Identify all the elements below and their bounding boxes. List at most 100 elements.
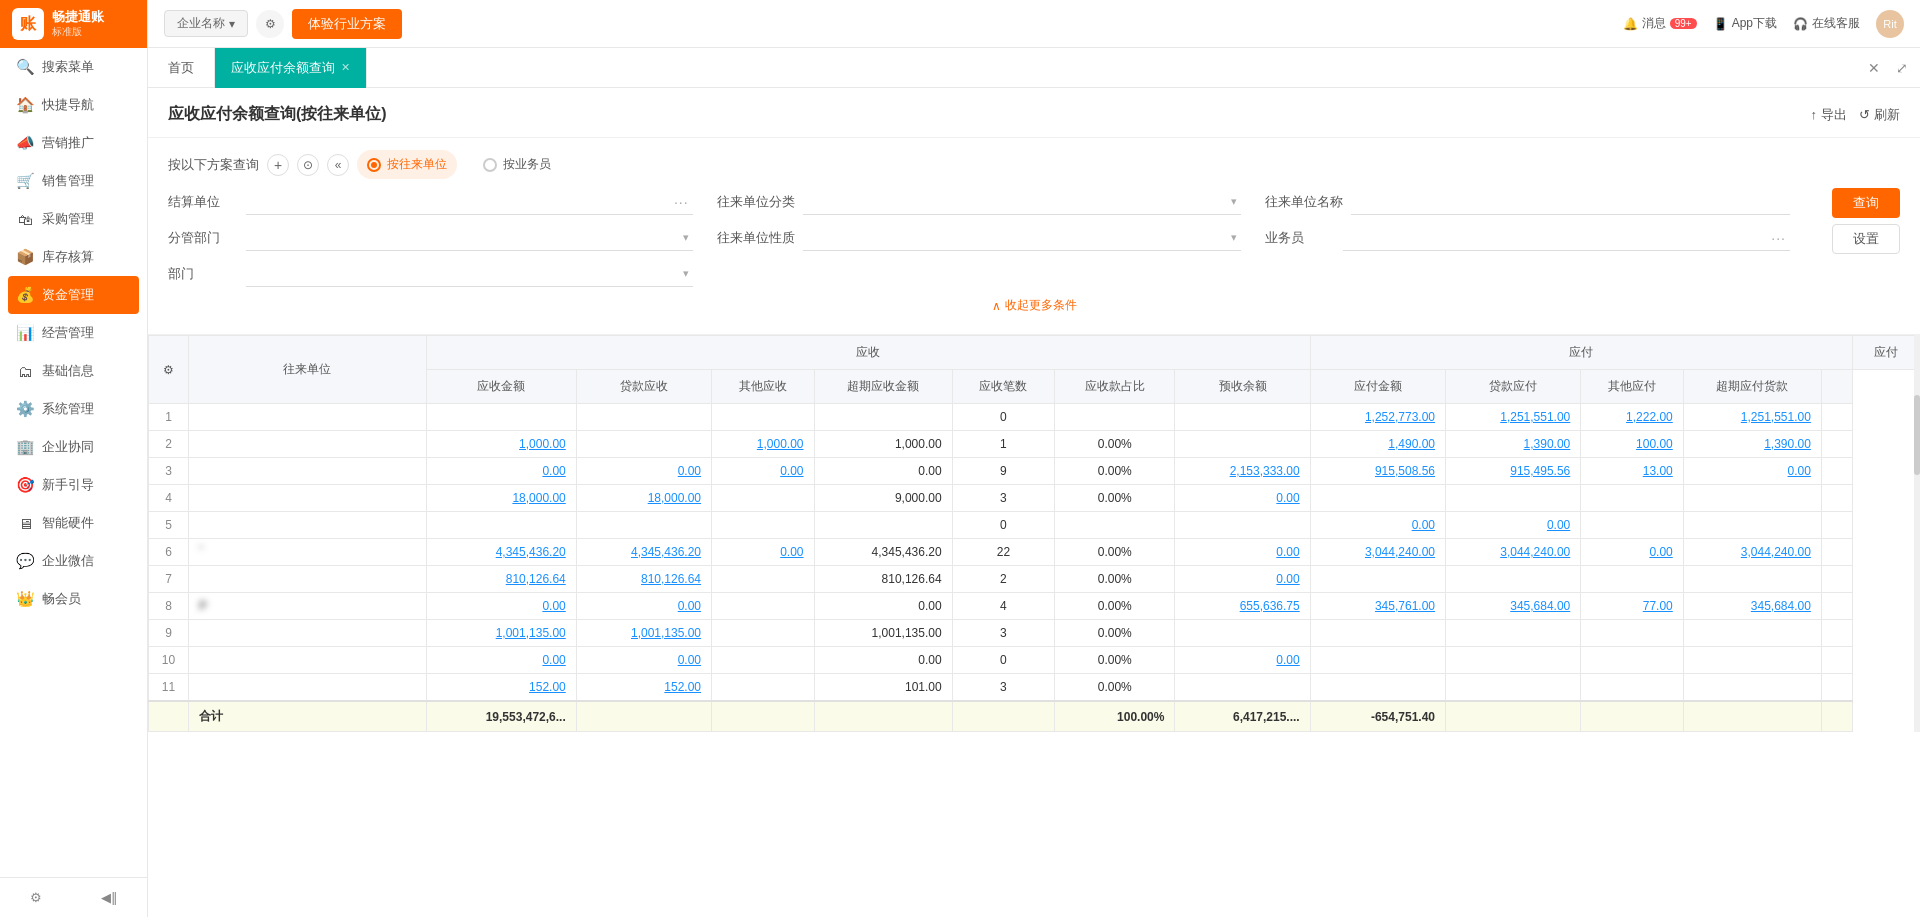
filter-partner-nature: 往来单位性质 ▾	[717, 225, 1242, 251]
more-icon: ···	[1771, 230, 1786, 246]
sidebar: 账 畅捷通账 标准版 🔍 搜索菜单 🏠 快捷导航 📣 营销推广 🛒 销售管理 🛍…	[0, 0, 148, 917]
filter-container: 按以下方案查询 + ⊙ « 按往来单位 按业务员	[148, 138, 1920, 335]
topbar-gear-button[interactable]: ⚙	[256, 10, 284, 38]
sidebar-collapse-button[interactable]: ◀‖	[93, 886, 126, 909]
gear-icon: ⚙	[265, 17, 276, 31]
scheme-by-salesperson[interactable]: 按业务员	[473, 150, 561, 179]
inventory-icon: 📦	[16, 248, 34, 266]
chevron-down-icon: ▾	[1231, 195, 1237, 208]
sidebar-item-sales[interactable]: 🛒 销售管理	[0, 162, 147, 200]
sidebar-item-basic[interactable]: 🗂 基础信息	[0, 352, 147, 390]
filter-settlement-unit: 结算单位 ···	[168, 189, 693, 215]
tab-close-icon[interactable]: ✕	[341, 61, 350, 74]
sidebar-item-system[interactable]: ⚙️ 系统管理	[0, 390, 147, 428]
filter-salesperson: 业务员 ···	[1265, 225, 1790, 251]
app-download-button[interactable]: 📱 App下载	[1713, 15, 1777, 32]
export-icon: ↑	[1811, 107, 1818, 122]
filter-label-category: 往来单位分类	[717, 193, 795, 211]
th-ar-loan: 贷款应收	[576, 370, 711, 404]
table-row: 7810,126.64810,126.64810,126.6420.00%0.0…	[149, 566, 1920, 593]
basic-icon: 🗂	[16, 362, 34, 380]
sidebar-item-member[interactable]: 👑 畅会员	[0, 580, 147, 618]
vertical-scrollbar[interactable]	[1914, 335, 1920, 732]
messages-button[interactable]: 🔔 消息 99+	[1623, 15, 1697, 32]
th-ar-ratio: 应收款占比	[1055, 370, 1175, 404]
scheme-by-partner[interactable]: 按往来单位	[357, 150, 457, 179]
sidebar-item-search[interactable]: 🔍 搜索菜单	[0, 48, 147, 86]
th-ar-prepay: 预收余额	[1175, 370, 1310, 404]
filter-add-button[interactable]: +	[267, 154, 289, 176]
more-icon: ···	[674, 194, 689, 210]
system-icon: ⚙️	[16, 400, 34, 418]
sidebar-settings-button[interactable]: ⚙	[22, 886, 50, 909]
footer-ap-other	[1581, 701, 1683, 732]
collapse-more-button[interactable]: ∧ 收起更多条件	[168, 293, 1900, 322]
user-avatar[interactable]: Rit	[1876, 10, 1904, 38]
sidebar-item-hardware[interactable]: 🖥 智能硬件	[0, 504, 147, 542]
sidebar-item-finance[interactable]: 💰 资金管理	[8, 276, 139, 314]
industry-button[interactable]: 体验行业方案	[292, 9, 402, 39]
footer-ap-overdue	[1683, 701, 1821, 732]
sidebar-item-guide[interactable]: 🎯 新手引导	[0, 466, 147, 504]
table-footer: 合计 19,553,472,6... 100.00% 6,417,215....…	[149, 701, 1920, 732]
filter-partner-category: 往来单位分类 ▾	[717, 189, 1242, 215]
filter-settlement-input[interactable]: ···	[246, 189, 693, 215]
filter-nature-input[interactable]: ▾	[803, 225, 1242, 251]
th-gear[interactable]: ⚙	[149, 336, 189, 404]
sidebar-item-corp[interactable]: 🏢 企业协同	[0, 428, 147, 466]
messages-badge: 99+	[1670, 18, 1697, 29]
table-row: 100.000.000.0000.00%0.00	[149, 647, 1920, 674]
top-bar-left: 企业名称 ▾ ⚙ 体验行业方案	[164, 9, 1623, 39]
th-ar-amount: 应收金额	[426, 370, 576, 404]
filter-scheme-button[interactable]: ⊙	[297, 154, 319, 176]
table-row: 500.000.00	[149, 512, 1920, 539]
sidebar-item-label: 快捷导航	[42, 96, 94, 114]
refresh-button[interactable]: ↺ 刷新	[1859, 106, 1900, 124]
sidebar-item-ops[interactable]: 📊 经营管理	[0, 314, 147, 352]
page-content: 应收应付余额查询(按往来单位) ↑ 导出 ↺ 刷新 按以下方案查询	[148, 88, 1920, 917]
sidebar-item-inventory[interactable]: 📦 库存核算	[0, 238, 147, 276]
tab-ar-query[interactable]: 应收应付余额查询 ✕	[215, 48, 367, 88]
page-title: 应收应付余额查询(按往来单位)	[168, 104, 387, 125]
customer-service-button[interactable]: 🎧 在线客服	[1793, 15, 1860, 32]
filter-collapse-button[interactable]: «	[327, 154, 349, 176]
sidebar-item-label: 搜索菜单	[42, 58, 94, 76]
member-icon: 👑	[16, 590, 34, 608]
sidebar-item-label: 企业微信	[42, 552, 94, 570]
table-section: ⚙ 往来单位 应收 应付 应付 应收金额 贷款应收 其他应收 超期应收金额 应收…	[148, 335, 1920, 732]
filter-dept2-input[interactable]: ▾	[246, 261, 693, 287]
tab-maximize-button[interactable]: ⤢	[1892, 56, 1912, 80]
sidebar-item-wechat[interactable]: 💬 企业微信	[0, 542, 147, 580]
sidebar-item-marketing[interactable]: 📣 营销推广	[0, 124, 147, 162]
top-bar: 企业名称 ▾ ⚙ 体验行业方案 🔔 消息 99+ 📱 App下载 🎧 在线客服 …	[148, 0, 1920, 48]
filter-name-input[interactable]	[1351, 189, 1790, 215]
guide-icon: 🎯	[16, 476, 34, 494]
filter-category-input[interactable]: ▾	[803, 189, 1242, 215]
query-button[interactable]: 查询	[1832, 188, 1900, 218]
sidebar-item-label: 销售管理	[42, 172, 94, 190]
table-row: 8P0.000.000.0040.00%655,636.75345,761.00…	[149, 593, 1920, 620]
footer-ar-overdue	[814, 701, 952, 732]
sidebar-item-quick-nav[interactable]: 🏠 快捷导航	[0, 86, 147, 124]
tab-home[interactable]: 首页	[148, 48, 215, 88]
export-button[interactable]: ↑ 导出	[1811, 106, 1848, 124]
tab-close-button[interactable]: ✕	[1864, 56, 1884, 80]
table-row: 6ˇ4,345,436.204,345,436.200.004,345,436.…	[149, 539, 1920, 566]
chevron-down-icon: ▾	[683, 267, 689, 280]
table-row: 418,000.0018,000.009,000.0030.00%0.00	[149, 485, 1920, 512]
sidebar-item-purchase[interactable]: 🛍 采购管理	[0, 200, 147, 238]
filter-label-dept2: 部门	[168, 265, 238, 283]
main-content: 首页 应收应付余额查询 ✕ ✕ ⤢ 应收应付余额查询(按往来单位) ↑ 导出	[148, 48, 1920, 917]
company-selector[interactable]: 企业名称 ▾	[164, 10, 248, 37]
scheme-radio-partner	[367, 158, 381, 172]
tab-bar-actions: ✕ ⤢	[1864, 56, 1920, 80]
filter-department: 分管部门 ▾	[168, 225, 693, 251]
filter-dept-input[interactable]: ▾	[246, 225, 693, 251]
th-ap-amount: 应付金额	[1310, 370, 1445, 404]
ops-icon: 📊	[16, 324, 34, 342]
top-bar-right: 🔔 消息 99+ 📱 App下载 🎧 在线客服 Rit	[1623, 10, 1904, 38]
table-row: 11152.00152.00101.0030.00%	[149, 674, 1920, 702]
filter-sales-input[interactable]: ···	[1343, 225, 1790, 251]
settings-button[interactable]: 设置	[1832, 224, 1900, 254]
sidebar-item-label: 畅会员	[42, 590, 81, 608]
